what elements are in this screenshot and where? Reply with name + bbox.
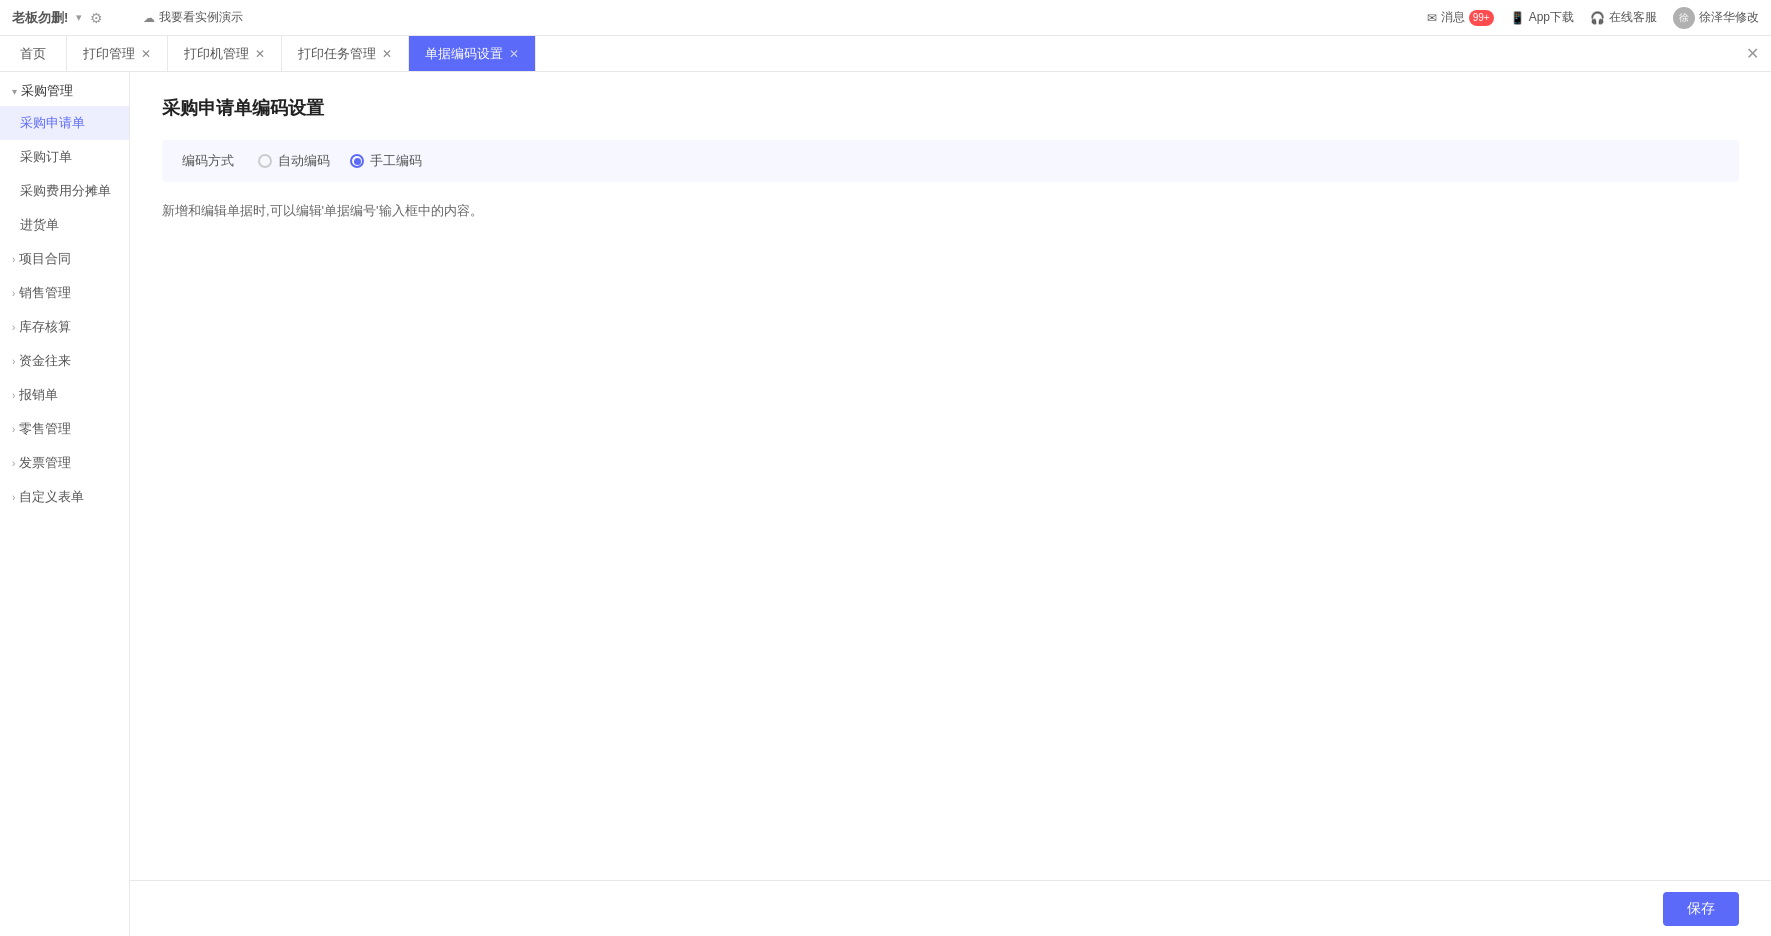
message-button[interactable]: ✉ 消息 99+ — [1427, 9, 1494, 26]
user-avatar-area[interactable]: 徐 徐泽华修改 — [1673, 7, 1759, 29]
tab-home[interactable]: 首页 — [0, 36, 67, 71]
encoding-row: 编码方式 自动编码 手工编码 — [162, 140, 1739, 182]
sidebar-group-invoice[interactable]: › 发票管理 — [0, 446, 129, 480]
chevron-right-icon: › — [12, 492, 15, 503]
sidebar-group-sales[interactable]: › 销售管理 — [0, 276, 129, 310]
chevron-right-icon: › — [12, 458, 15, 469]
radio-manual-code[interactable]: 手工编码 — [350, 152, 422, 170]
content-inner: 采购申请单编码设置 编码方式 自动编码 手工编码 新增和编辑单据时,可以编辑'单… — [130, 72, 1771, 880]
headset-icon: 🎧 — [1590, 11, 1605, 25]
settings-icon[interactable]: ⚙ — [90, 10, 103, 26]
content-footer: 保存 — [130, 880, 1771, 936]
online-service-button[interactable]: 🎧 在线客服 — [1590, 9, 1657, 26]
radio-manual-icon — [350, 154, 364, 168]
main-layout: ▾ 采购管理 采购申请单 采购订单 采购费用分摊单 进货单 › 项目合同 › 销… — [0, 72, 1771, 936]
tab-bar: 首页 打印管理 ✕ 打印机管理 ✕ 打印任务管理 ✕ 单据编码设置 ✕ ✕ — [0, 36, 1771, 72]
message-icon: ✉ — [1427, 11, 1437, 25]
sidebar: ▾ 采购管理 采购申请单 采购订单 采购费用分摊单 进货单 › 项目合同 › 销… — [0, 72, 130, 936]
collapse-arrow-icon: ▾ — [12, 86, 17, 97]
chevron-right-icon: › — [12, 390, 15, 401]
sidebar-group-finance[interactable]: › 资金往来 — [0, 344, 129, 378]
tab-print-management[interactable]: 打印管理 ✕ — [67, 36, 168, 71]
chevron-right-icon: › — [12, 356, 15, 367]
sidebar-item-purchase-request[interactable]: 采购申请单 — [0, 106, 129, 140]
top-bar: 老板勿删! ▾ ⚙ ☁ 我要看实例演示 ✉ 消息 99+ 📱 App下载 🎧 在… — [0, 0, 1771, 36]
encoding-label: 编码方式 — [182, 152, 234, 170]
sidebar-group-inventory[interactable]: › 库存核算 — [0, 310, 129, 344]
tab-close-icon[interactable]: ✕ — [255, 47, 265, 61]
sidebar-group-purchase[interactable]: ▾ 采购管理 — [0, 72, 129, 106]
page-title: 采购申请单编码设置 — [162, 96, 1739, 120]
tab-printer-management[interactable]: 打印机管理 ✕ — [168, 36, 282, 71]
app-download-button[interactable]: 📱 App下载 — [1510, 9, 1574, 26]
message-badge: 99+ — [1469, 10, 1494, 26]
save-button[interactable]: 保存 — [1663, 892, 1739, 926]
sidebar-group-project[interactable]: › 项目合同 — [0, 242, 129, 276]
tab-encoding-settings[interactable]: 单据编码设置 ✕ — [409, 36, 536, 71]
chevron-right-icon: › — [12, 254, 15, 265]
tab-close-icon[interactable]: ✕ — [382, 47, 392, 61]
info-text: 新增和编辑单据时,可以编辑'单据编号'输入框中的内容。 — [162, 202, 1739, 220]
chevron-right-icon: › — [12, 322, 15, 333]
top-bar-title: 老板勿删! — [12, 9, 68, 27]
tab-bar-close-all[interactable]: ✕ — [1734, 36, 1771, 71]
top-bar-right: ✉ 消息 99+ 📱 App下载 🎧 在线客服 徐 徐泽华修改 — [1427, 7, 1759, 29]
chevron-right-icon: › — [12, 288, 15, 299]
content-area: 采购申请单编码设置 编码方式 自动编码 手工编码 新增和编辑单据时,可以编辑'单… — [130, 72, 1771, 936]
sidebar-group-expense[interactable]: › 报销单 — [0, 378, 129, 412]
sidebar-item-purchase-order[interactable]: 采购订单 — [0, 140, 129, 174]
tab-close-icon[interactable]: ✕ — [509, 47, 519, 61]
sidebar-item-purchase-expense[interactable]: 采购费用分摊单 — [0, 174, 129, 208]
avatar: 徐 — [1673, 7, 1695, 29]
top-bar-left: 老板勿删! ▾ ⚙ ☁ 我要看实例演示 — [12, 9, 243, 27]
radio-auto-code[interactable]: 自动编码 — [258, 152, 330, 170]
tab-close-icon[interactable]: ✕ — [141, 47, 151, 61]
demo-link[interactable]: ☁ 我要看实例演示 — [143, 9, 243, 26]
chevron-down-icon: ▾ — [76, 11, 82, 24]
sidebar-group-retail[interactable]: › 零售管理 — [0, 412, 129, 446]
phone-icon: 📱 — [1510, 11, 1525, 25]
sidebar-item-inbound[interactable]: 进货单 — [0, 208, 129, 242]
radio-auto-icon — [258, 154, 272, 168]
sidebar-group-custom-form[interactable]: › 自定义表单 — [0, 480, 129, 514]
tab-print-task[interactable]: 打印任务管理 ✕ — [282, 36, 409, 71]
radio-group: 自动编码 手工编码 — [258, 152, 422, 170]
chevron-right-icon: › — [12, 424, 15, 435]
cloud-icon: ☁ — [143, 11, 155, 25]
